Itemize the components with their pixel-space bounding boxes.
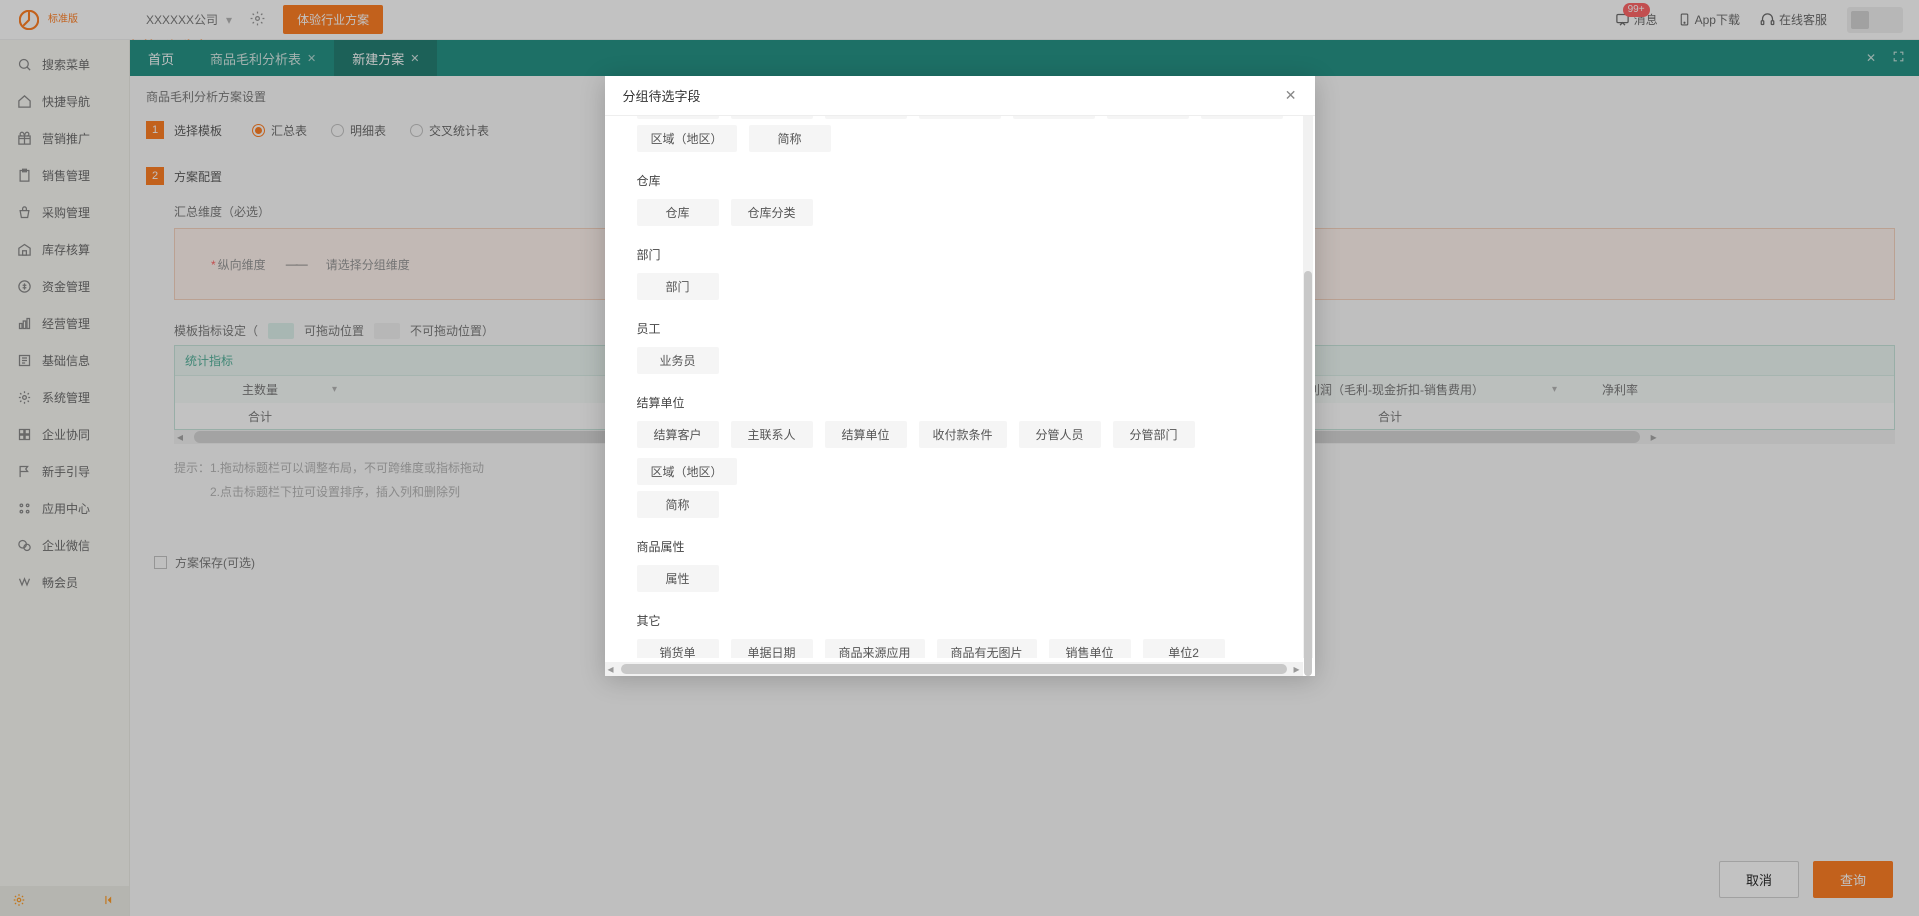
field-group-title: 商品属性: [637, 538, 1299, 555]
scroll-thumb[interactable]: [1304, 271, 1312, 676]
scroll-thumb[interactable]: [621, 664, 1287, 674]
modal-vertical-scrollbar[interactable]: [1303, 116, 1313, 658]
field-chip[interactable]: 客户: [637, 116, 719, 119]
field-chip[interactable]: 属性: [637, 565, 719, 592]
field-chip[interactable]: 简称: [749, 125, 831, 152]
modal-horizontal-scrollbar[interactable]: ◂ ▸: [605, 662, 1303, 676]
field-group-title: 部门: [637, 246, 1299, 263]
field-chip[interactable]: 区域（地区）: [637, 125, 737, 152]
field-group-title: 其它: [637, 612, 1299, 629]
field-chip[interactable]: 结算单位: [825, 421, 907, 448]
field-chip[interactable]: 销货单: [637, 639, 719, 658]
modal-title: 分组待选字段: [623, 86, 701, 105]
field-chip[interactable]: 收付款条件: [919, 421, 1007, 448]
field-chip[interactable]: 销售单位: [1201, 116, 1283, 119]
field-chip[interactable]: 仓库: [637, 199, 719, 226]
field-group-title: 结算单位: [637, 394, 1299, 411]
group-field-modal: 分组待选字段 ✕ 客户客户分类分管部门分管人员主联系方主联系人销售单位区域（地区…: [605, 76, 1315, 676]
field-chip[interactable]: 主联系人: [731, 421, 813, 448]
field-chip[interactable]: 部门: [637, 273, 719, 300]
field-chip[interactable]: 结算客户: [637, 421, 719, 448]
field-group-title: 仓库: [637, 172, 1299, 189]
field-chip[interactable]: 单据日期: [731, 639, 813, 658]
field-chip[interactable]: 分管部门: [825, 116, 907, 119]
field-chip[interactable]: 区域（地区）: [637, 458, 737, 485]
field-chip[interactable]: 分管人员: [919, 116, 1001, 119]
field-chip[interactable]: 业务员: [637, 347, 719, 374]
field-chip[interactable]: 主联系方: [1013, 116, 1095, 119]
field-chip[interactable]: 简称: [637, 491, 719, 518]
modal-close-button[interactable]: ✕: [1285, 87, 1297, 104]
field-chip[interactable]: 分管部门: [1113, 421, 1195, 448]
field-chip[interactable]: 客户分类: [731, 116, 813, 119]
field-chip[interactable]: 单位2: [1143, 639, 1225, 658]
field-chip[interactable]: 仓库分类: [731, 199, 813, 226]
scroll-left-icon[interactable]: ◂: [605, 662, 617, 676]
modal-body: 客户客户分类分管部门分管人员主联系方主联系人销售单位区域（地区）简称仓库仓库仓库…: [605, 116, 1315, 676]
field-chip[interactable]: 分管人员: [1019, 421, 1101, 448]
field-group-title: 员工: [637, 320, 1299, 337]
field-chip[interactable]: 主联系人: [1107, 116, 1189, 119]
field-chip[interactable]: 商品有无图片: [937, 639, 1037, 658]
modal-header: 分组待选字段 ✕: [605, 76, 1315, 116]
field-chip[interactable]: 销售单位: [1049, 639, 1131, 658]
field-chip[interactable]: 商品来源应用: [825, 639, 925, 658]
scroll-right-icon[interactable]: ▸: [1291, 662, 1303, 676]
